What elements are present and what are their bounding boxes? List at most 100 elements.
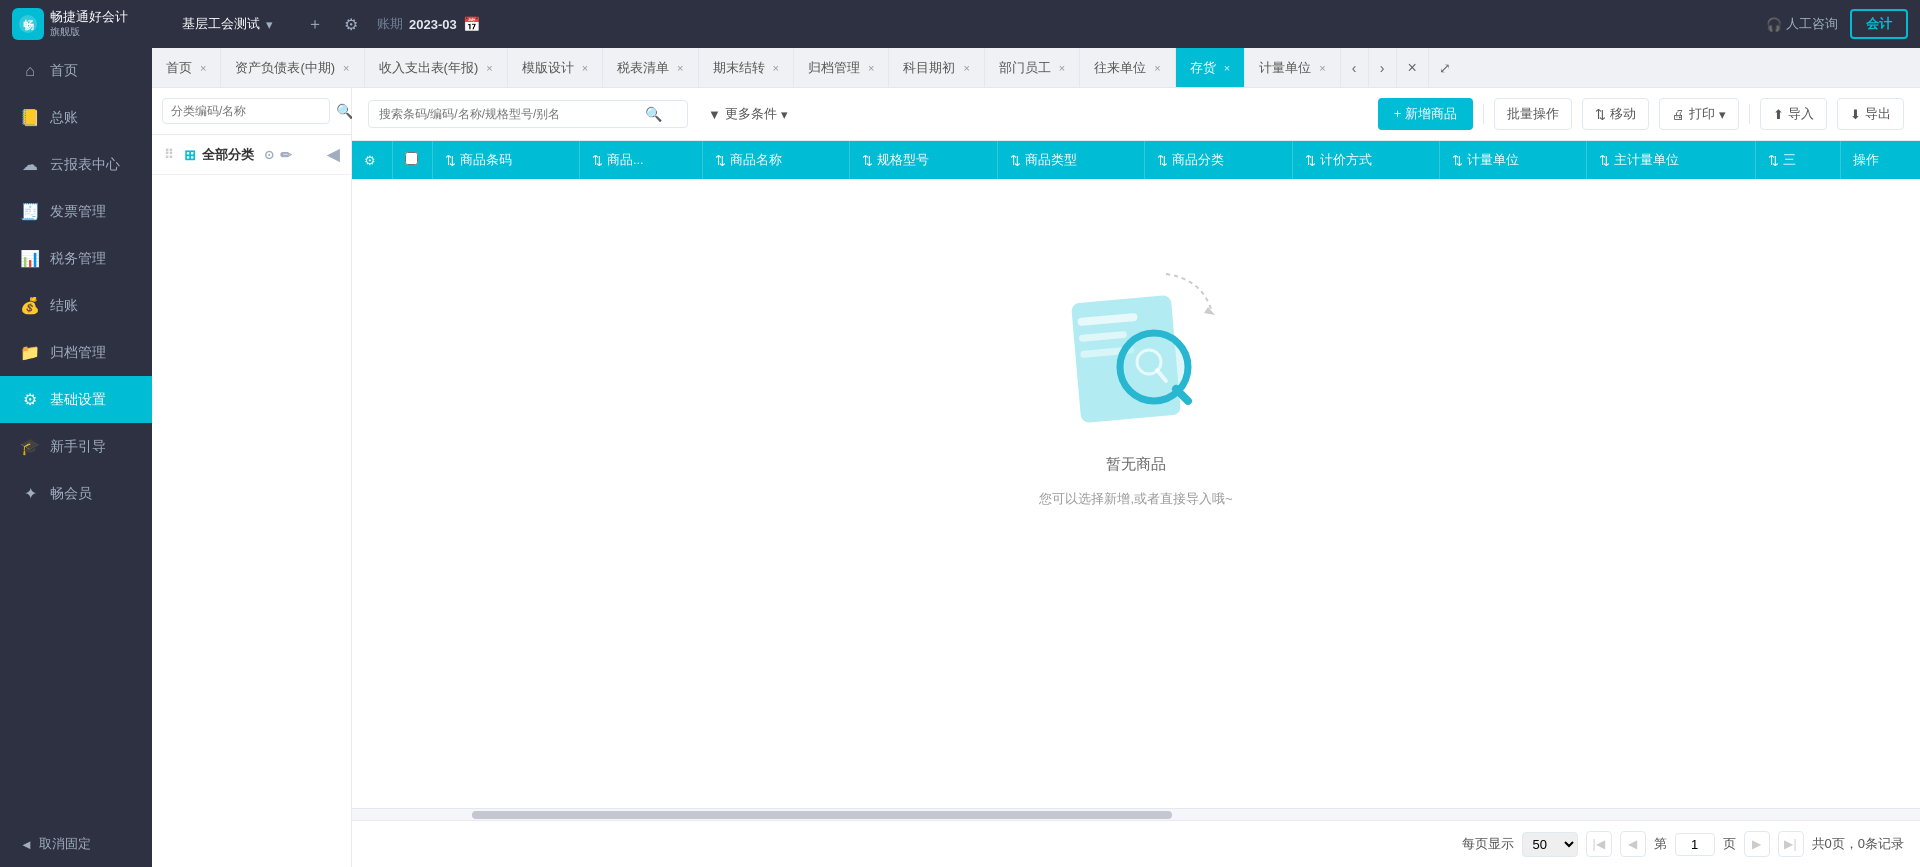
- sidebar-item-member[interactable]: ✦ 畅会员: [0, 470, 152, 517]
- support-label: 人工咨询: [1786, 15, 1838, 33]
- first-page-button[interactable]: |◀: [1586, 831, 1612, 857]
- export-button[interactable]: ⬇ 导出: [1837, 98, 1904, 130]
- category-search-icon[interactable]: 🔍: [336, 103, 353, 119]
- tab-contacts-close[interactable]: ×: [1154, 62, 1160, 74]
- main-search-icon[interactable]: 🔍: [645, 106, 662, 122]
- empty-state: 暂无商品 您可以选择新增,或者直接导入哦~: [352, 179, 1920, 548]
- settings-icon[interactable]: ⚙: [337, 10, 365, 38]
- tab-filing-close[interactable]: ×: [868, 62, 874, 74]
- main-search-input[interactable]: [379, 107, 639, 121]
- category-all-label: 全部分类: [202, 146, 254, 164]
- th-settings[interactable]: ⚙: [352, 141, 392, 179]
- tab-period-end-close[interactable]: ×: [773, 62, 779, 74]
- category-collapse-icon[interactable]: ◀: [327, 145, 339, 164]
- select-all-checkbox[interactable]: [405, 152, 418, 165]
- tab-period-end[interactable]: 期末结转 ×: [699, 48, 794, 88]
- tab-income-close[interactable]: ×: [486, 62, 492, 74]
- move-button[interactable]: ⇅ 移动: [1582, 98, 1649, 130]
- tab-balance-sheet-label: 资产负债表(中期): [235, 59, 335, 77]
- tab-subject-label: 科目期初: [903, 59, 955, 77]
- add-product-button[interactable]: + 新增商品: [1378, 98, 1473, 130]
- tab-inventory-close[interactable]: ×: [1224, 62, 1230, 74]
- per-page-select[interactable]: 50 100 200: [1522, 832, 1578, 857]
- tab-dept[interactable]: 部门员工 ×: [985, 48, 1080, 88]
- tab-subject-close[interactable]: ×: [963, 62, 969, 74]
- tab-balance-sheet[interactable]: 资产负债表(中期) ×: [221, 48, 364, 88]
- th-col3-arrow: ⇅: [1768, 153, 1779, 168]
- tab-income[interactable]: 收入支出表(年报) ×: [365, 48, 508, 88]
- tab-tax-list-close[interactable]: ×: [677, 62, 683, 74]
- tab-subject[interactable]: 科目期初 ×: [889, 48, 984, 88]
- tab-next-button[interactable]: ›: [1369, 48, 1397, 88]
- tab-template[interactable]: 模版设计 ×: [508, 48, 603, 88]
- th-barcode-label: 商品条码: [460, 151, 512, 169]
- print-button[interactable]: 🖨 打印 ▾: [1659, 98, 1739, 130]
- next-page-button[interactable]: ▶: [1744, 831, 1770, 857]
- sidebar-item-reports-label: 云报表中心: [50, 156, 120, 174]
- tab-unit[interactable]: 计量单位 ×: [1245, 48, 1340, 88]
- tab-expand-button[interactable]: ⤢: [1429, 48, 1461, 88]
- filter-button[interactable]: ▼ 更多条件 ▾: [698, 99, 798, 129]
- scrollbar-thumb[interactable]: [472, 811, 1172, 819]
- tab-balance-close[interactable]: ×: [343, 62, 349, 74]
- page-number-input[interactable]: [1675, 833, 1715, 856]
- batch-operations-button[interactable]: 批量操作: [1494, 98, 1572, 130]
- th-select-all[interactable]: [392, 141, 432, 179]
- sidebar-item-reports[interactable]: ☁ 云报表中心: [0, 141, 152, 188]
- calendar-icon[interactable]: 📅: [463, 16, 480, 32]
- tab-template-close[interactable]: ×: [582, 62, 588, 74]
- settings-sidebar-icon: ⚙: [20, 390, 40, 409]
- support-button[interactable]: 🎧 人工咨询: [1766, 15, 1838, 33]
- import-button[interactable]: ⬆ 导入: [1760, 98, 1827, 130]
- sidebar-item-archive[interactable]: 📁 归档管理: [0, 329, 152, 376]
- search-bar: 🔍: [368, 100, 688, 128]
- tab-tax-list[interactable]: 税表清单 ×: [603, 48, 698, 88]
- sidebar-item-invoice[interactable]: 🧾 发票管理: [0, 188, 152, 235]
- tab-home[interactable]: 首页 ×: [152, 48, 221, 88]
- tab-filing[interactable]: 归档管理 ×: [794, 48, 889, 88]
- sidebar-item-home[interactable]: ⌂ 首页: [0, 48, 152, 94]
- tab-prev-button[interactable]: ‹: [1341, 48, 1369, 88]
- sidebar-item-tax[interactable]: 📊 税务管理: [0, 235, 152, 282]
- add-label: + 新增商品: [1394, 105, 1457, 123]
- tab-inventory[interactable]: 存货 ×: [1176, 48, 1245, 88]
- sidebar-item-invoice-label: 发票管理: [50, 203, 106, 221]
- account-button[interactable]: 会计: [1850, 9, 1908, 39]
- sidebar-item-guide[interactable]: 🎓 新手引导: [0, 423, 152, 470]
- filter-label: 更多条件: [725, 105, 777, 123]
- products-table: ⚙ ⇅ 商品条码: [352, 141, 1920, 548]
- page-label: 第: [1654, 835, 1667, 853]
- category-folder-icon: ⊞: [184, 147, 196, 163]
- cloud-icon: ☁: [20, 155, 40, 174]
- sidebar-item-close[interactable]: 💰 结账: [0, 282, 152, 329]
- unpin-label: 取消固定: [39, 835, 91, 853]
- tab-dept-close[interactable]: ×: [1059, 62, 1065, 74]
- tab-unit-close[interactable]: ×: [1319, 62, 1325, 74]
- tab-close-all-button[interactable]: ×: [1397, 48, 1429, 88]
- header-right: 🎧 人工咨询 会计: [1766, 9, 1908, 39]
- tab-home-close[interactable]: ×: [200, 62, 206, 74]
- table-settings-icon[interactable]: ⚙: [364, 153, 376, 168]
- sidebar-item-settings[interactable]: ⚙ 基础设置: [0, 376, 152, 423]
- th-main-unit-arrow: ⇅: [1599, 153, 1610, 168]
- th-main-unit-label: 主计量单位: [1614, 151, 1679, 169]
- category-edit-icon[interactable]: ✏: [280, 147, 292, 163]
- horizontal-scrollbar[interactable]: [352, 808, 1920, 820]
- sidebar-unpin-button[interactable]: ◄ 取消固定: [0, 821, 152, 867]
- per-page-label: 每页显示: [1462, 835, 1514, 853]
- add-tab-button[interactable]: ＋: [301, 10, 329, 38]
- sidebar-item-ledger[interactable]: 📒 总账: [0, 94, 152, 141]
- sidebar: ⌂ 首页 📒 总账 ☁ 云报表中心 🧾 发票管理 📊 税务管理 💰 结账 📁 归…: [0, 48, 152, 867]
- batch-label: 批量操作: [1507, 105, 1559, 123]
- th-unit-label: 计量单位: [1467, 151, 1519, 169]
- tab-contacts[interactable]: 往来单位 ×: [1080, 48, 1175, 88]
- tab-filing-label: 归档管理: [808, 59, 860, 77]
- toolbar-right: + 新增商品 批量操作 ⇅ 移动 🖨 打印 ▾: [1378, 98, 1904, 130]
- company-selector[interactable]: 基层工会测试 ▾: [174, 11, 281, 37]
- category-search-input[interactable]: [162, 98, 330, 124]
- last-page-button[interactable]: ▶|: [1778, 831, 1804, 857]
- toolbar: 🔍 ▼ 更多条件 ▾ + 新增商品 批量操作 ⇅: [352, 88, 1920, 141]
- th-col3-label: 三: [1783, 151, 1796, 169]
- prev-page-button[interactable]: ◀: [1620, 831, 1646, 857]
- sidebar-item-home-label: 首页: [50, 62, 78, 80]
